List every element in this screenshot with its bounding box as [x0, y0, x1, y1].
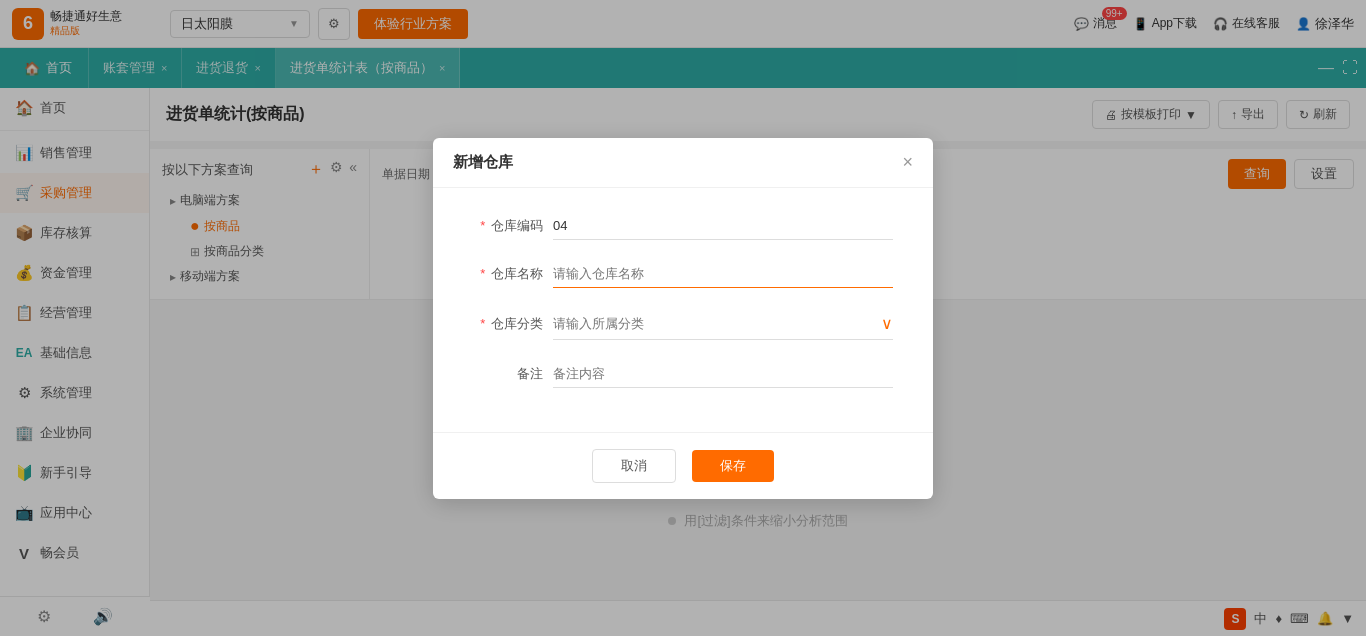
category-selector[interactable]: ∨ — [553, 308, 893, 340]
code-input[interactable] — [553, 212, 893, 240]
modal-overlay: 新增仓库 × * 仓库编码 * 仓库名称 — [0, 0, 1366, 636]
category-input[interactable] — [553, 316, 881, 331]
new-warehouse-modal: 新增仓库 × * 仓库编码 * 仓库名称 — [433, 138, 933, 499]
name-label: 仓库名称 — [491, 266, 543, 281]
modal-body: * 仓库编码 * 仓库名称 * 仓库分类 — [433, 188, 933, 432]
chevron-down-category-icon: ∨ — [881, 314, 893, 333]
required-mark: * — [480, 218, 485, 233]
code-label: 仓库编码 — [491, 218, 543, 233]
form-row-remark: 备注 — [473, 360, 893, 388]
remark-label: 备注 — [473, 365, 553, 383]
category-label: 仓库分类 — [491, 316, 543, 331]
name-label-wrapper: * 仓库名称 — [473, 265, 553, 283]
required-mark-3: * — [480, 316, 485, 331]
required-mark-2: * — [480, 266, 485, 281]
modal-footer: 取消 保存 — [433, 432, 933, 499]
form-row-name: * 仓库名称 — [473, 260, 893, 288]
modal-title: 新增仓库 — [453, 153, 513, 172]
save-button[interactable]: 保存 — [692, 450, 774, 482]
form-row-code: * 仓库编码 — [473, 212, 893, 240]
remark-input[interactable] — [553, 360, 893, 388]
code-label-wrapper: * 仓库编码 — [473, 217, 553, 235]
name-input[interactable] — [553, 260, 893, 288]
form-row-category: * 仓库分类 ∨ — [473, 308, 893, 340]
modal-close-button[interactable]: × — [902, 152, 913, 173]
cancel-button[interactable]: 取消 — [592, 449, 676, 483]
category-label-wrapper: * 仓库分类 — [473, 315, 553, 333]
modal-header: 新增仓库 × — [433, 138, 933, 188]
